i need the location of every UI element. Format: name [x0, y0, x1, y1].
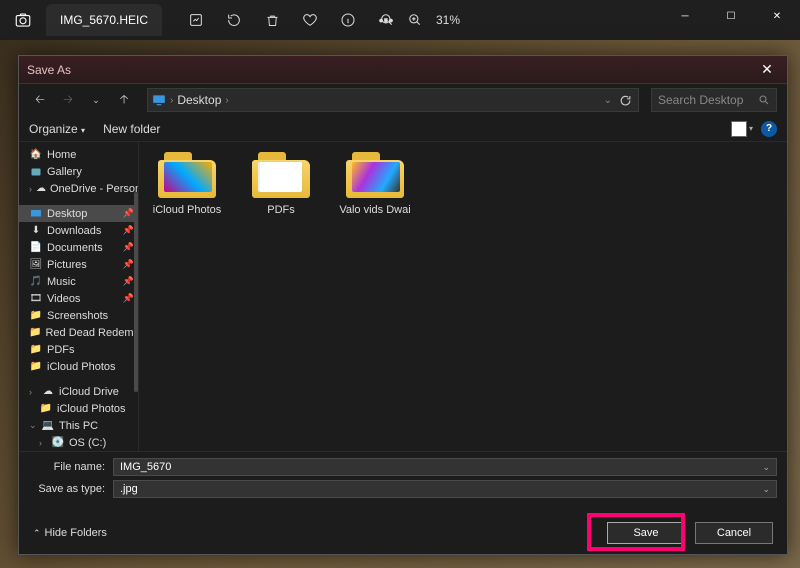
photos-tab[interactable]: IMG_5670.HEIC [46, 4, 162, 36]
tree-documents[interactable]: 📄Documents📌 [19, 239, 138, 256]
folder-icon: 📁 [39, 402, 53, 416]
folder-icon [346, 152, 404, 198]
close-button[interactable]: ✕ [754, 0, 800, 32]
tree-home[interactable]: 🏠Home [19, 146, 138, 163]
tree-thispc[interactable]: ⌄💻This PC [19, 417, 138, 434]
photos-toolbar: ••• [185, 9, 397, 31]
dialog-titlebar: Save As ✕ [19, 56, 787, 84]
documents-icon: 📄 [29, 241, 43, 255]
tree-videos[interactable]: 🎞Videos📌 [19, 290, 138, 307]
save-as-dialog: Save As ✕ 🡠 🡢 ⌄ 🡡 › Desktop › ⌄ Search D… [18, 55, 788, 555]
photos-app-titlebar: IMG_5670.HEIC ••• 31% ─ ☐ ✕ [0, 0, 800, 40]
address-bar[interactable]: › Desktop › ⌄ [147, 88, 639, 112]
pin-icon: 📌 [123, 208, 134, 219]
nav-row: 🡠 🡢 ⌄ 🡡 › Desktop › ⌄ Search Desktop [19, 84, 787, 116]
tree-osc[interactable]: ›💽OS (C:) [19, 434, 138, 451]
tree-reddead[interactable]: 📁Red Dead Redemp [19, 324, 138, 341]
tree-music[interactable]: 🎵Music📌 [19, 273, 138, 290]
organize-toolbar: Organize ▾ New folder ▾ ? [19, 116, 787, 142]
organize-button[interactable]: Organize ▾ [29, 122, 85, 136]
save-button[interactable]: Save [607, 522, 685, 544]
search-icon [758, 94, 770, 106]
drive-icon: 💽 [51, 436, 65, 450]
cancel-button[interactable]: Cancel [695, 522, 773, 544]
folder-item-pdfs[interactable]: PDFs [245, 152, 317, 216]
tree-iclouddrive[interactable]: ›☁iCloud Drive [19, 383, 138, 400]
help-button[interactable]: ? [761, 121, 777, 137]
gallery-icon [29, 165, 43, 179]
zoom-controls: 31% [380, 13, 460, 27]
trash-icon[interactable] [261, 9, 283, 31]
tree-pictures[interactable]: 🖼Pictures📌 [19, 256, 138, 273]
up-button[interactable]: 🡡 [113, 89, 135, 111]
info-icon[interactable] [337, 9, 359, 31]
pc-icon: 💻 [41, 419, 55, 433]
folder-icon: 📁 [29, 326, 41, 340]
dropdown-icon[interactable]: ⌄ [762, 462, 770, 473]
maximize-button[interactable]: ☐ [708, 0, 754, 32]
folder-view[interactable]: iCloud Photos PDFs Valo vids Dwai [139, 142, 787, 451]
zoom-in-icon[interactable] [408, 13, 422, 27]
tree-screenshots[interactable]: 📁Screenshots [19, 307, 138, 324]
forward-button[interactable]: 🡢 [57, 89, 79, 111]
download-icon: ⬇ [29, 224, 43, 238]
filetype-label: Save as type: [29, 483, 105, 495]
folder-label: PDFs [267, 204, 295, 216]
edit-icon[interactable] [185, 9, 207, 31]
file-form: File name: IMG_5670⌄ Save as type: .jpg⌄ [19, 451, 787, 506]
search-input[interactable]: Search Desktop [651, 88, 777, 112]
tree-pdfs[interactable]: 📁PDFs [19, 341, 138, 358]
folder-icon [158, 152, 216, 198]
rotate-icon[interactable] [223, 9, 245, 31]
desktop-icon [152, 93, 166, 107]
folder-icon: 📁 [29, 360, 43, 374]
desktop-icon [29, 207, 43, 221]
folder-label: Valo vids Dwai [339, 204, 410, 216]
folder-icon: 📁 [29, 309, 43, 323]
photos-app-icon [6, 3, 40, 37]
tab-title: IMG_5670.HEIC [60, 13, 148, 27]
tree-icloudphotos[interactable]: 📁iCloud Photos [19, 358, 138, 375]
breadcrumb-desktop[interactable]: Desktop [177, 93, 221, 107]
tree-desktop[interactable]: Desktop📌 [19, 205, 138, 222]
home-icon: 🏠 [29, 148, 43, 162]
window-controls: ─ ☐ ✕ [662, 0, 800, 32]
search-placeholder: Search Desktop [658, 93, 758, 107]
filename-field[interactable]: IMG_5670⌄ [113, 458, 777, 476]
cloud-icon: ☁ [36, 182, 46, 196]
view-mode-button[interactable]: ▾ [731, 121, 753, 137]
folder-item-icloud[interactable]: iCloud Photos [151, 152, 223, 216]
filetype-field[interactable]: .jpg⌄ [113, 480, 777, 498]
folder-icon: 📁 [29, 343, 43, 357]
back-button[interactable]: 🡠 [29, 89, 51, 111]
folder-icon [252, 152, 310, 198]
zoom-out-icon[interactable] [380, 13, 394, 27]
music-icon: 🎵 [29, 275, 43, 289]
heart-icon[interactable] [299, 9, 321, 31]
nav-tree: 🏠Home Gallery ›☁OneDrive - Person Deskto… [19, 142, 139, 451]
address-dropdown[interactable]: ⌄ [604, 95, 612, 106]
tree-icloudphotos2[interactable]: 📁iCloud Photos [19, 400, 138, 417]
new-folder-button[interactable]: New folder [103, 122, 160, 136]
recent-button[interactable]: ⌄ [85, 89, 107, 111]
dialog-footer: ⌃Hide Folders Save Cancel [19, 506, 787, 554]
refresh-button[interactable] [616, 89, 634, 111]
dialog-title: Save As [27, 63, 71, 77]
tree-onedrive[interactable]: ›☁OneDrive - Person [19, 180, 138, 197]
folder-label: iCloud Photos [153, 204, 222, 216]
tree-downloads[interactable]: ⬇Downloads📌 [19, 222, 138, 239]
icloud-icon: ☁ [41, 385, 55, 399]
tree-scrollbar[interactable] [134, 192, 138, 392]
videos-icon: 🎞 [29, 292, 43, 306]
filename-label: File name: [29, 461, 105, 473]
dropdown-icon[interactable]: ⌄ [762, 484, 770, 495]
pictures-icon: 🖼 [29, 258, 43, 272]
folder-item-valo[interactable]: Valo vids Dwai [339, 152, 411, 216]
tree-gallery[interactable]: Gallery [19, 163, 138, 180]
minimize-button[interactable]: ─ [662, 0, 708, 32]
hide-folders-button[interactable]: ⌃Hide Folders [33, 527, 107, 539]
dialog-close-button[interactable]: ✕ [755, 61, 779, 78]
zoom-level[interactable]: 31% [436, 13, 460, 27]
